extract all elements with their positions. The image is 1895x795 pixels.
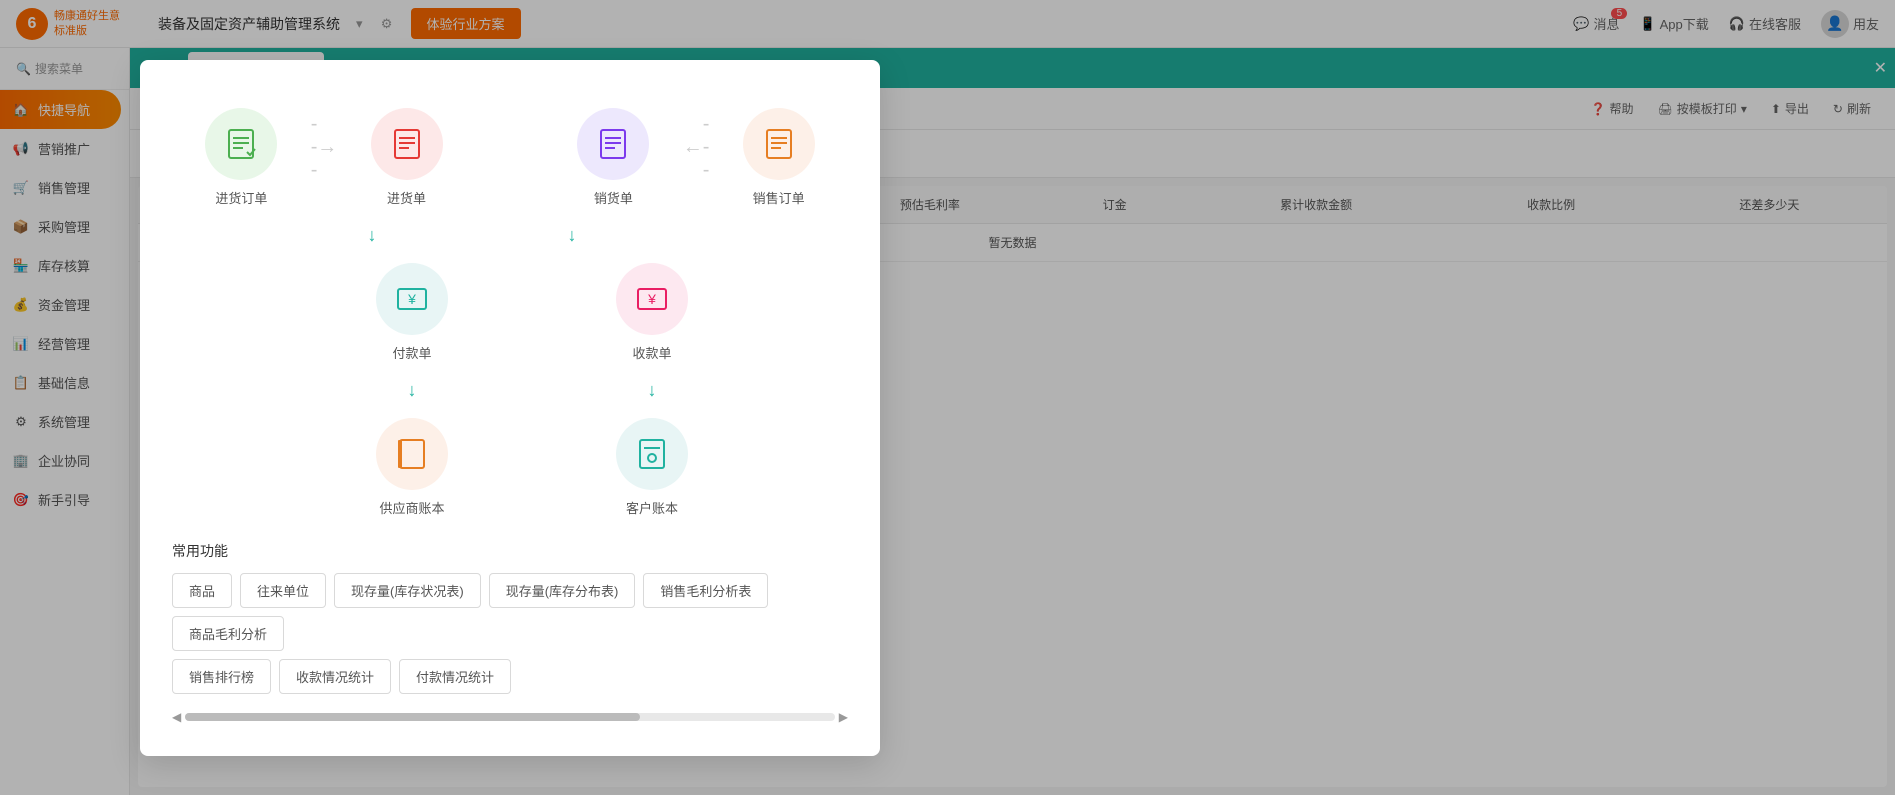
purchase-bill-label: 进货单 [387,188,426,207]
func-btn-stock-dist[interactable]: 现存量(库存分布表) [489,573,636,608]
flow-row-2: ¥ 付款单 ¥ [172,247,848,378]
scroll-right-icon[interactable]: ▶ [839,710,848,724]
common-functions-title: 常用功能 [172,541,848,561]
function-buttons-row2: 销售排行榜 收款情况统计 付款情况统计 [172,659,848,694]
flow-row-1: 进货订单 - - -→ [172,92,848,223]
quick-nav-modal: 进货订单 - - -→ [140,60,880,756]
flow-node-sales-bill[interactable]: 销货单 [544,92,683,223]
flow-node-sales-order[interactable]: 销售订单 [709,92,848,223]
main-area: 🔍 搜索菜单 🏠 快捷导航 📢 营销推广 🛒 销售管理 📦 采购管理 [0,48,1895,795]
func-btn-payment-stats[interactable]: 付款情况统计 [399,659,511,694]
sales-order-icon [743,108,815,180]
svg-text:¥: ¥ [647,291,656,307]
flow-row-3: 供应商账本 [172,402,848,533]
flow-node-customer-ledger[interactable]: 客户账本 [572,402,732,533]
func-btn-partner[interactable]: 往来单位 [240,573,326,608]
purchase-bill-icon [371,108,443,180]
customer-ledger-icon [616,418,688,490]
func-btn-sales-margin[interactable]: 销售毛利分析表 [643,573,768,608]
arrow-right-1: - - -→ [311,113,338,202]
func-btn-sales-rank[interactable]: 销售排行榜 [172,659,271,694]
sales-order-label: 销售订单 [753,188,805,207]
app-container: 6 畅康通好生意 标准版 装备及固定资产辅助管理系统 ▾ ⚙ 体验行业方案 💬 … [0,0,1895,795]
func-btn-receipt-stats[interactable]: 收款情况统计 [279,659,391,694]
flow-diagram: 进货订单 - - -→ [172,92,848,533]
flow-node-purchase-order[interactable]: 进货订单 [172,92,311,223]
scroll-left-icon[interactable]: ◀ [172,710,181,724]
customer-ledger-label: 客户账本 [626,498,678,517]
svg-text:¥: ¥ [407,291,416,307]
func-btn-stock-status[interactable]: 现存量(库存状况表) [334,573,481,608]
payment-icon: ¥ [376,263,448,335]
modal-scrollbar-area: ◀ ▶ [172,710,848,724]
arrow-down-supplier: ↓ [332,378,492,402]
purchase-order-icon [205,108,277,180]
flow-arrows-down-2: ↓ ↓ [172,378,848,402]
flow-node-receipt[interactable]: ¥ 收款单 [572,247,732,378]
payment-label: 付款单 [392,343,431,362]
modal-overlay: 进货订单 - - -→ [130,48,1895,795]
function-buttons: 商品 往来单位 现存量(库存状况表) 现存量(库存分布表) 销售毛利分析表 商品… [172,573,848,651]
supplier-ledger-label: 供应商账本 [379,498,444,517]
func-btn-product-margin[interactable]: 商品毛利分析 [172,616,284,651]
scrollbar-thumb [185,713,640,721]
arrow-down-payment: ↓ [332,223,412,247]
scrollbar-track[interactable] [185,713,835,721]
receipt-label: 收款单 [632,343,671,362]
flow-node-purchase-bill[interactable]: 进货单 [337,92,476,223]
flow-node-payment[interactable]: ¥ 付款单 [332,247,492,378]
flow-arrows-down: ↓ ↓ [172,223,848,247]
func-btn-product[interactable]: 商品 [172,573,232,608]
arrow-down-customer: ↓ [572,378,732,402]
supplier-ledger-icon [376,418,448,490]
content-area: 首页 销售订单执行表 × ✕ ❓ 帮助 🖨 [130,48,1895,795]
purchase-order-label: 进货订单 [215,188,267,207]
arrow-left-1: ←- - - [683,113,710,202]
flow-node-supplier-ledger[interactable]: 供应商账本 [332,402,492,533]
sales-bill-label: 销货单 [594,188,633,207]
sales-bill-icon [577,108,649,180]
arrow-down-receipt: ↓ [492,223,652,247]
common-functions: 常用功能 商品 往来单位 现存量(库存状况表) 现存量(库存分布表) 销售毛利分… [172,541,848,694]
receipt-icon: ¥ [616,263,688,335]
